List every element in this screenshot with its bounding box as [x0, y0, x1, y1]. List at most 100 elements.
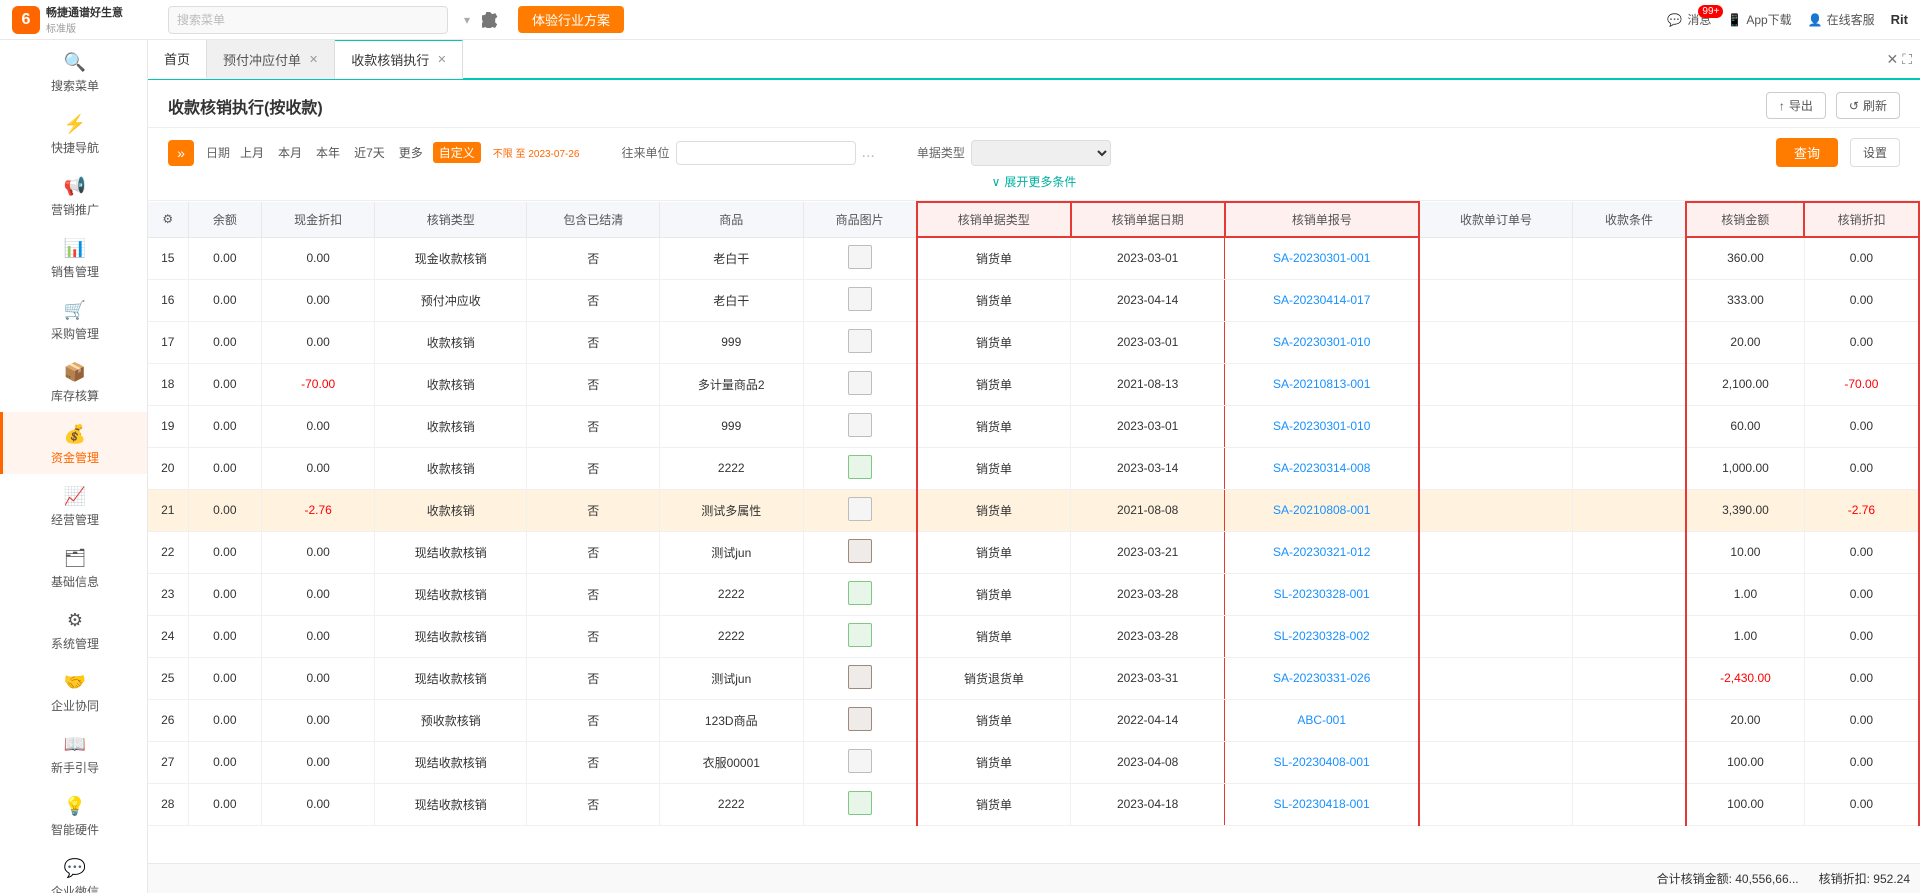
table-wrap[interactable]: ⚙ 余额 现金折扣 核销类型 包含已结清 商品 商品图片 核销单据类型 核销单据… — [148, 201, 1920, 863]
td-cancel-doc-date: 2023-04-14 — [1071, 279, 1225, 321]
date-btn-7days[interactable]: 近7天 — [350, 142, 389, 163]
cancel-doc-no-link[interactable]: SA-20230301-010 — [1273, 419, 1370, 433]
td-cancel-doc-type: 销货单 — [917, 615, 1071, 657]
th-cancel-amount: 核销金额 — [1686, 202, 1804, 237]
td-cancel-doc-type: 销货单 — [917, 405, 1071, 447]
td-cancel-doc-type: 销货单 — [917, 363, 1071, 405]
th-settings[interactable]: ⚙ — [148, 202, 188, 237]
cancel-doc-no-link[interactable]: SA-20230301-010 — [1273, 335, 1370, 349]
export-button[interactable]: ↑ 导出 — [1766, 92, 1826, 119]
table-row: 26 0.00 0.00 预收款核销 否 123D商品 销货单 2022-04-… — [148, 699, 1919, 741]
cancel-doc-no-link[interactable]: SL-20230408-001 — [1274, 755, 1370, 769]
tab-close-button[interactable]: ✕ — [1886, 51, 1898, 68]
header-actions: ↑ 导出 ↺ 刷新 — [1766, 92, 1900, 119]
cancel-doc-no-link[interactable]: SA-20230301-001 — [1273, 251, 1370, 265]
cancel-doc-no-link[interactable]: SA-20230331-026 — [1273, 671, 1370, 685]
doctype-select[interactable] — [971, 140, 1111, 166]
dropdown-arrow[interactable]: ▾ — [464, 13, 470, 27]
refresh-button[interactable]: ↺ 刷新 — [1836, 92, 1900, 119]
sidebar-item-purchase[interactable]: 🛒 采购管理 — [0, 288, 147, 350]
tab-receipt-cancel[interactable]: 收款核销执行 ✕ — [335, 40, 463, 79]
tab-prepay-close[interactable]: ✕ — [309, 53, 318, 66]
td-cancel-discount: 0.00 — [1804, 741, 1919, 783]
cancel-doc-no-link[interactable]: SA-20230414-017 — [1273, 293, 1370, 307]
th-balance: 余额 — [188, 202, 262, 237]
app-download-button[interactable]: 📱 App下载 — [1727, 11, 1791, 28]
td-cancel-doc-date: 2022-04-14 — [1071, 699, 1225, 741]
expand-more-button[interactable]: ∨ 展开更多条件 — [992, 173, 1077, 190]
tab-home[interactable]: 首页 — [148, 40, 207, 79]
partner-dots[interactable]: ... — [862, 144, 875, 162]
date-btn-this-year[interactable]: 本年 — [312, 142, 344, 163]
sidebar-item-basic-info[interactable]: 🗂 基础信息 — [0, 536, 147, 598]
td-cancel-doc-date: 2021-08-13 — [1071, 363, 1225, 405]
sidebar-item-finance[interactable]: 💰 资金管理 — [0, 412, 147, 474]
logo-name: 畅捷通谱好生意 — [46, 4, 123, 20]
td-cancel-type: 现结收款核销 — [375, 615, 527, 657]
cancel-doc-no-link[interactable]: SL-20230328-002 — [1274, 629, 1370, 643]
td-goods-img — [803, 615, 917, 657]
sidebar-item-guide[interactable]: 📖 新手引导 — [0, 722, 147, 784]
date-btn-last-month[interactable]: 上月 — [236, 142, 268, 163]
td-receipt-order-no — [1419, 657, 1572, 699]
online-service-button[interactable]: 👤 在线客服 — [1808, 11, 1875, 28]
inventory-icon: 📦 — [64, 362, 86, 383]
cancel-doc-no-link[interactable]: SA-20230321-012 — [1273, 545, 1370, 559]
sidebar-item-hardware[interactable]: 💡 智能硬件 — [0, 784, 147, 846]
td-goods-img — [803, 321, 917, 363]
sidebar-item-wechat[interactable]: 💬 企业微信 — [0, 846, 147, 893]
td-receipt-cond — [1572, 321, 1686, 363]
td-cancel-doc-no: SL-20230328-001 — [1225, 573, 1420, 615]
partner-input[interactable] — [676, 141, 856, 165]
td-cancel-doc-date: 2023-03-01 — [1071, 321, 1225, 363]
tab-prepay[interactable]: 预付冲应付单 ✕ — [207, 40, 335, 79]
td-include-settled: 否 — [527, 279, 660, 321]
tab-maximize-button[interactable]: ⛶ — [1902, 51, 1912, 68]
sidebar-item-search[interactable]: 🔍 搜索菜单 — [0, 40, 147, 102]
td-goods: 999 — [660, 405, 804, 447]
message-button[interactable]: 💬 消息 99+ — [1667, 11, 1711, 28]
sidebar-item-inventory[interactable]: 📦 库存核算 — [0, 350, 147, 412]
td-cancel-doc-no: SA-20230331-026 — [1225, 657, 1420, 699]
cancel-doc-no-link[interactable]: SA-20210808-001 — [1273, 503, 1370, 517]
td-receipt-cond — [1572, 615, 1686, 657]
date-btn-more[interactable]: 更多 — [395, 142, 427, 163]
tab-receipt-cancel-close[interactable]: ✕ — [437, 53, 446, 66]
filter-expand-toggle[interactable]: » — [168, 140, 194, 166]
td-goods: 2222 — [660, 783, 804, 825]
cancel-doc-no-link[interactable]: SA-20230314-008 — [1273, 461, 1370, 475]
td-cancel-doc-type: 销货单 — [917, 447, 1071, 489]
cancel-doc-no-link[interactable]: SL-20230328-001 — [1274, 587, 1370, 601]
sidebar-item-system[interactable]: ⚙ 系统管理 — [0, 598, 147, 660]
table-row: 24 0.00 0.00 现结收款核销 否 2222 销货单 2023-03-2… — [148, 615, 1919, 657]
gear-button[interactable] — [478, 8, 502, 32]
td-receipt-cond — [1572, 573, 1686, 615]
td-cancel-doc-no: SA-20230321-012 — [1225, 531, 1420, 573]
date-shortcuts: 上月 本月 本年 近7天 更多 自定义 — [236, 142, 481, 163]
sidebar-item-operations[interactable]: 📈 经营管理 — [0, 474, 147, 536]
date-btn-this-month[interactable]: 本月 — [274, 142, 306, 163]
sidebar-item-sales[interactable]: 📊 销售管理 — [0, 226, 147, 288]
cancel-doc-no-link[interactable]: SA-20210813-001 — [1273, 377, 1370, 391]
td-cancel-amount: 1,000.00 — [1686, 447, 1804, 489]
table-row: 17 0.00 0.00 收款核销 否 999 销货单 2023-03-01 S… — [148, 321, 1919, 363]
td-cancel-doc-no: SA-20210813-001 — [1225, 363, 1420, 405]
cancel-doc-no-link[interactable]: SL-20230418-001 — [1274, 797, 1370, 811]
td-cash-discount: 0.00 — [262, 279, 375, 321]
td-include-settled: 否 — [527, 657, 660, 699]
industry-solution-button[interactable]: 体验行业方案 — [518, 6, 624, 33]
date-btn-custom[interactable]: 自定义 — [433, 142, 481, 163]
td-goods: 老白干 — [660, 237, 804, 279]
top-search-box[interactable]: 搜索菜单 — [168, 6, 448, 34]
settings-button[interactable]: 设置 — [1850, 138, 1900, 167]
th-cancel-doc-date: 核销单据日期 — [1071, 202, 1225, 237]
cancel-doc-no-link[interactable]: ABC-001 — [1297, 713, 1346, 727]
td-goods-img — [803, 489, 917, 531]
td-cash-discount: 0.00 — [262, 741, 375, 783]
finance-icon: 💰 — [64, 424, 86, 445]
sidebar-item-quicknav[interactable]: ⚡ 快捷导航 — [0, 102, 147, 164]
search-button[interactable]: 查询 — [1776, 138, 1838, 167]
sidebar-item-enterprise[interactable]: 🤝 企业协同 — [0, 660, 147, 722]
td-cancel-doc-type: 销货单 — [917, 237, 1071, 279]
sidebar-item-marketing[interactable]: 📢 营销推广 — [0, 164, 147, 226]
